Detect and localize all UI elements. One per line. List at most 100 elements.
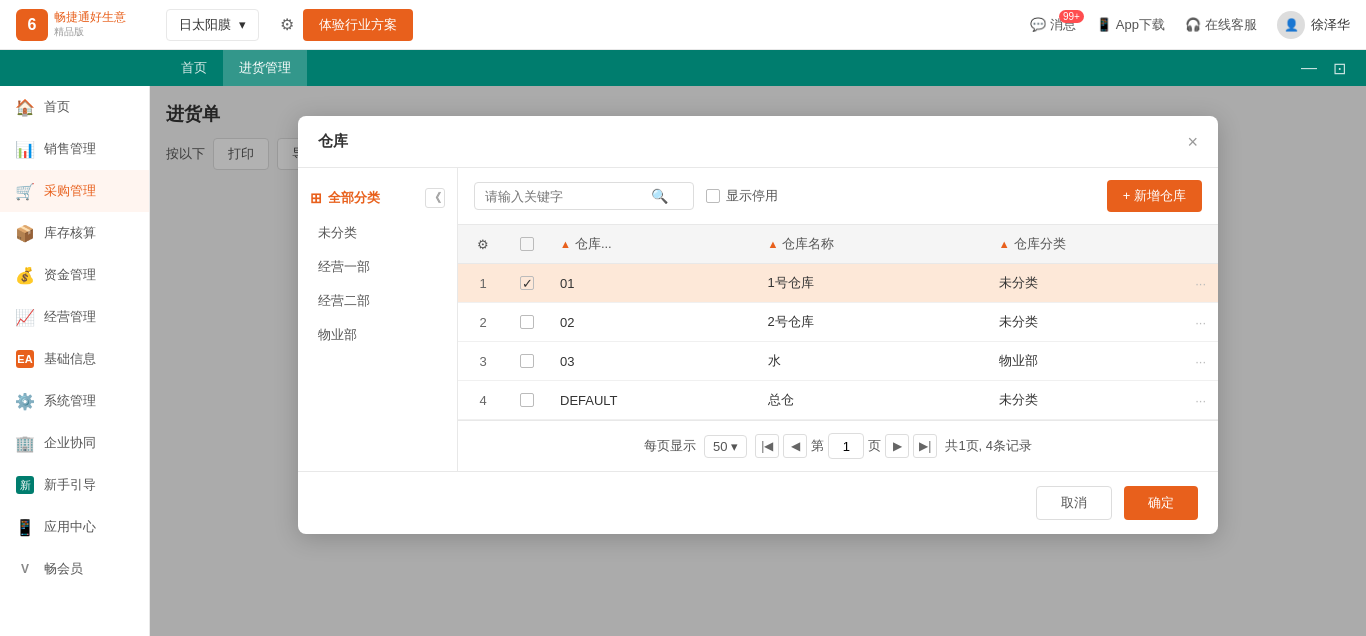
sidebar-item-guide[interactable]: 新 新手引导 xyxy=(0,464,149,506)
table-row[interactable]: 3 03 水 物业部··· xyxy=(458,342,1218,381)
table-row[interactable]: 2 02 2号仓库 未分类··· xyxy=(458,303,1218,342)
row-code: 02 xyxy=(548,303,756,342)
collapse-button[interactable]: 《 xyxy=(425,188,445,208)
row-select-checkbox[interactable]: ✓ xyxy=(520,276,534,290)
row-action-dots[interactable]: ··· xyxy=(1195,393,1206,408)
select-all-checkbox[interactable] xyxy=(520,237,534,251)
trial-button[interactable]: 体验行业方案 xyxy=(303,9,413,41)
table-toolbar: 🔍 显示停用 + 新增仓库 xyxy=(458,168,1218,225)
page-size-label: 每页显示 xyxy=(644,437,696,455)
message-button[interactable]: 💬 消息 99+ xyxy=(1030,16,1076,34)
sort-icon-category: ▲ xyxy=(999,238,1010,250)
row-select-checkbox[interactable] xyxy=(520,393,534,407)
sidebar-label-purchase: 采购管理 xyxy=(44,182,96,200)
subnav-purchase[interactable]: 进货管理 xyxy=(223,50,307,86)
show-disabled-checkbox-area[interactable]: 显示停用 xyxy=(706,187,778,205)
sidebar-item-basic[interactable]: EA 基础信息 xyxy=(0,338,149,380)
pagination: 每页显示 50 ▾ |◀ ◀ 第 页 ▶ xyxy=(458,420,1218,471)
confirm-button[interactable]: 确定 xyxy=(1124,486,1198,520)
search-box: 🔍 xyxy=(474,182,694,210)
online-service-label: 在线客服 xyxy=(1205,16,1257,34)
row-action-dots[interactable]: ··· xyxy=(1195,354,1206,369)
row-select-checkbox[interactable] xyxy=(520,315,534,329)
online-service-button[interactable]: 🎧 在线客服 xyxy=(1185,16,1257,34)
table-row[interactable]: 1 ✓ 01 1号仓库 未分类··· xyxy=(458,264,1218,303)
gear-button[interactable]: ⚙ xyxy=(271,9,303,41)
logo-text-area: 畅捷通好生意 精品版 xyxy=(54,10,126,40)
show-disabled-checkbox[interactable] xyxy=(706,189,720,203)
cancel-button[interactable]: 取消 xyxy=(1036,486,1112,520)
next-page-button[interactable]: ▶ xyxy=(885,434,909,458)
page-label: 第 xyxy=(811,437,824,455)
sidebar-item-operation[interactable]: 📈 经营管理 xyxy=(0,296,149,338)
page-size-select[interactable]: 50 ▾ xyxy=(704,435,747,458)
header-right: 💬 消息 99+ 📱 App下载 🎧 在线客服 👤 徐泽华 xyxy=(1030,11,1350,39)
table-area: 🔍 显示停用 + 新增仓库 xyxy=(458,168,1218,471)
row-action-dots[interactable]: ··· xyxy=(1195,276,1206,291)
search-icon[interactable]: 🔍 xyxy=(651,188,668,204)
prev-page-button[interactable]: ◀ xyxy=(783,434,807,458)
row-index: 2 xyxy=(458,303,508,342)
new-icon: 新 xyxy=(16,476,34,494)
window-minimize-icon[interactable]: — xyxy=(1297,55,1321,81)
sidebar-item-home[interactable]: 🏠 首页 xyxy=(0,86,149,128)
row-index: 3 xyxy=(458,342,508,381)
cat-item-dept1[interactable]: 经营一部 xyxy=(298,250,457,284)
cat-item-unclassified[interactable]: 未分类 xyxy=(298,216,457,250)
last-page-button[interactable]: ▶| xyxy=(913,434,937,458)
row-name: 总仓 xyxy=(756,381,987,420)
app-edition: 精品版 xyxy=(54,25,126,39)
search-input[interactable] xyxy=(485,189,645,204)
page-size-value: 50 xyxy=(713,439,727,454)
dialog-title: 仓库 xyxy=(318,132,348,151)
page-content: 进货单 按以下 打印 导出 刷新 查询 设置 仓库 × xyxy=(150,86,1366,636)
cat-item-property[interactable]: 物业部 xyxy=(298,318,457,352)
sidebar-item-vip[interactable]: V 畅会员 xyxy=(0,548,149,590)
row-checkbox[interactable] xyxy=(508,342,548,381)
page-number-input[interactable] xyxy=(828,433,864,459)
cat-item-dept2[interactable]: 经营二部 xyxy=(298,284,457,318)
table-row[interactable]: 4 DEFAULT 总仓 未分类··· xyxy=(458,381,1218,420)
category-header[interactable]: ⊞ 全部分类 《 xyxy=(298,180,457,216)
first-page-button[interactable]: |◀ xyxy=(755,434,779,458)
row-select-checkbox[interactable] xyxy=(520,354,534,368)
dialog-header: 仓库 × xyxy=(298,116,1218,168)
category-all-label: 全部分类 xyxy=(328,189,380,207)
store-selector[interactable]: 日太阳膜 ▾ xyxy=(166,9,259,41)
subnav-home[interactable]: 首页 xyxy=(165,50,223,86)
building-icon: 🏢 xyxy=(16,434,34,452)
sort-icon-name: ▲ xyxy=(768,238,779,250)
user-avatar-area[interactable]: 👤 徐泽华 xyxy=(1277,11,1350,39)
data-table: ⚙ ▲仓库... ▲仓库名称 ▲仓库分类 1 ✓ 01 xyxy=(458,225,1218,420)
row-name: 2号仓库 xyxy=(756,303,987,342)
col-name[interactable]: ▲仓库名称 xyxy=(756,225,987,264)
app-download-button[interactable]: 📱 App下载 xyxy=(1096,16,1165,34)
row-checkbox[interactable] xyxy=(508,381,548,420)
main-layout: 🏠 首页 📊 销售管理 🛒 采购管理 📦 库存核算 💰 资金管理 📈 经营管理 … xyxy=(0,86,1366,636)
chevron-down-icon: ▾ xyxy=(239,17,246,32)
col-code[interactable]: ▲仓库... xyxy=(548,225,756,264)
app-logo-icon: 6 xyxy=(16,9,48,41)
sidebar-item-system[interactable]: ⚙️ 系统管理 xyxy=(0,380,149,422)
window-maximize-icon[interactable]: ⊡ xyxy=(1329,55,1350,82)
sidebar-item-purchase[interactable]: 🛒 采购管理 xyxy=(0,170,149,212)
row-category: 未分类··· xyxy=(987,303,1218,341)
add-warehouse-button[interactable]: + 新增仓库 xyxy=(1107,180,1202,212)
settings-icon: ⚙️ xyxy=(16,392,34,410)
row-checkbox[interactable] xyxy=(508,303,548,342)
ea-icon: EA xyxy=(16,350,34,368)
headset-icon: 🎧 xyxy=(1185,17,1201,32)
sidebar-item-enterprise[interactable]: 🏢 企业协同 xyxy=(0,422,149,464)
dialog-close-button[interactable]: × xyxy=(1187,133,1198,151)
sidebar-item-sales[interactable]: 📊 销售管理 xyxy=(0,128,149,170)
row-checkbox[interactable]: ✓ xyxy=(508,264,548,303)
col-checkbox xyxy=(508,225,548,264)
sub-header: 首页 进货管理 — ⊡ xyxy=(0,50,1366,86)
row-action-dots[interactable]: ··· xyxy=(1195,315,1206,330)
chevron-page-icon: ▾ xyxy=(731,439,738,454)
sidebar-item-finance[interactable]: 💰 资金管理 xyxy=(0,254,149,296)
col-category[interactable]: ▲仓库分类 xyxy=(987,225,1218,264)
message-icon: 💬 xyxy=(1030,17,1046,32)
sidebar-item-inventory[interactable]: 📦 库存核算 xyxy=(0,212,149,254)
sidebar-item-appcenter[interactable]: 📱 应用中心 xyxy=(0,506,149,548)
